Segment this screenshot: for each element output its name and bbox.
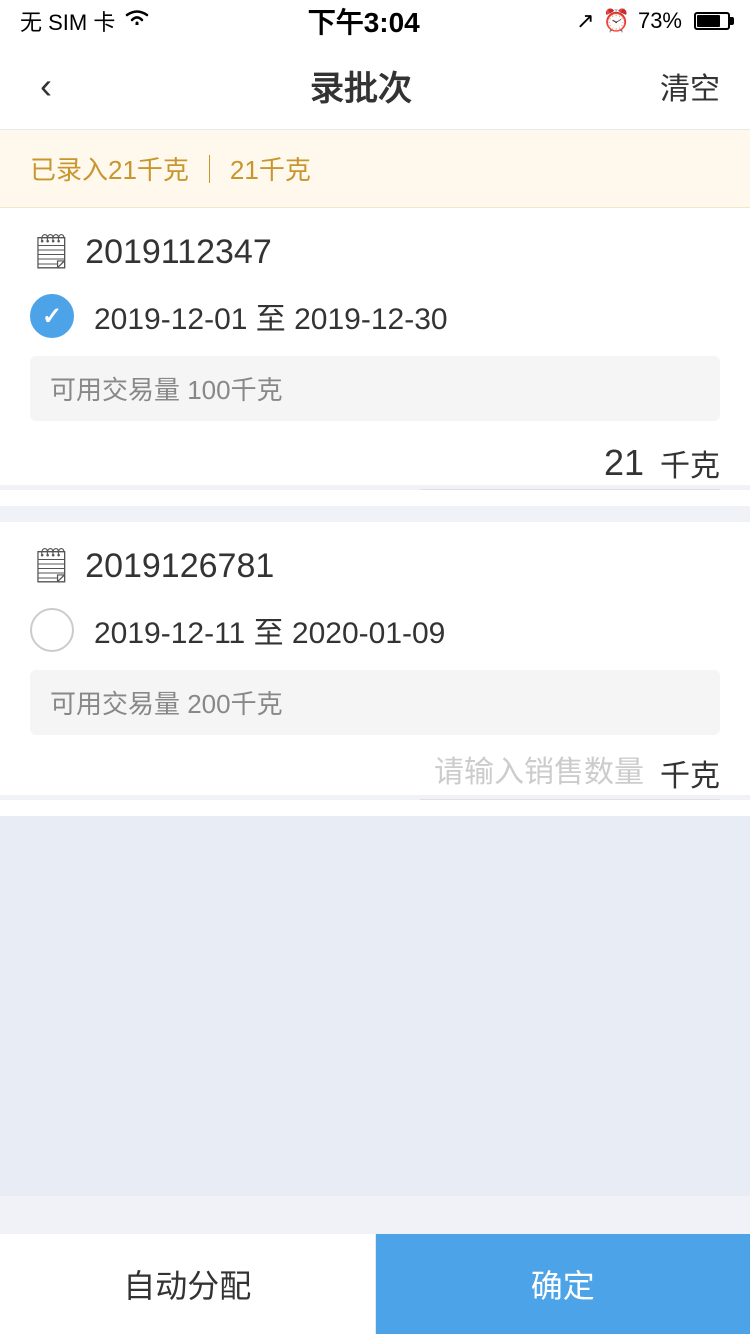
nav-bar: ‹ 录批次 清空 — [0, 42, 750, 130]
batch-card-2: 🗒 2019126781 2019-12-11 至 2020-01-09 可用交… — [0, 522, 750, 735]
batch-2-row: 2019-12-11 至 2020-01-09 — [30, 598, 720, 662]
battery-percent: 73% — [638, 8, 682, 34]
status-bar-right: ↗ ⏰ 73% — [576, 8, 730, 34]
content-bottom — [0, 816, 750, 1196]
batch-card-1: 🗒 2019112347 2019-12-01 至 2019-12-30 可用交… — [0, 208, 750, 421]
batch-1-date: 2019-12-01 至 2019-12-30 — [94, 294, 448, 338]
batch-1-radio[interactable] — [30, 294, 74, 338]
status-bar-left: 无 SIM 卡 — [20, 5, 151, 37]
batch-1-header: 🗒 2019112347 — [30, 232, 720, 272]
batch-1-amount-value: 21 — [604, 442, 644, 484]
batch-2-date: 2019-12-11 至 2020-01-09 — [94, 608, 445, 652]
card-separator — [0, 506, 750, 522]
batch-2-radio[interactable] — [30, 608, 74, 652]
batch-1-amount-row: 21 千克 — [0, 421, 750, 485]
batch-1-row: 2019-12-01 至 2019-12-30 — [30, 284, 720, 348]
summary-divider — [209, 155, 210, 183]
batch-2-input-row: 千克 — [0, 735, 750, 795]
batch-1-id: 2019112347 — [85, 233, 272, 272]
bottom-bar: 自动分配 确定 — [0, 1234, 750, 1334]
recorded-amount: 已录入21千克 — [30, 150, 189, 187]
page-title: 录批次 — [310, 61, 412, 110]
batch-1-available: 可用交易量 100千克 — [30, 356, 720, 421]
no-sim-text: 无 SIM 卡 — [20, 5, 115, 37]
doc-icon-2: 🗒 — [30, 546, 73, 586]
alarm-icon: ⏰ — [603, 8, 630, 34]
batch-2-available: 可用交易量 200千克 — [30, 670, 720, 735]
back-button[interactable]: ‹ — [30, 55, 62, 117]
wifi-icon — [123, 7, 151, 35]
summary-bar: 已录入21千克 21千克 — [0, 130, 750, 208]
doc-icon-1: 🗒 — [30, 232, 73, 272]
total-amount: 21千克 — [230, 150, 311, 187]
status-bar-time: 下午3:04 — [308, 1, 420, 41]
batch-1-unit: 千克 — [660, 441, 720, 485]
location-icon: ↗ — [576, 8, 594, 34]
batch-2-qty-input[interactable] — [344, 756, 644, 790]
battery-icon — [694, 12, 730, 30]
clear-button[interactable]: 清空 — [660, 64, 720, 108]
batch-2-id: 2019126781 — [85, 547, 274, 586]
auto-distribute-button[interactable]: 自动分配 — [0, 1234, 376, 1334]
confirm-button[interactable]: 确定 — [376, 1234, 750, 1334]
batch-2-header: 🗒 2019126781 — [30, 546, 720, 586]
batch-2-unit: 千克 — [660, 751, 720, 795]
status-bar: 无 SIM 卡 下午3:04 ↗ ⏰ 73% — [0, 0, 750, 42]
